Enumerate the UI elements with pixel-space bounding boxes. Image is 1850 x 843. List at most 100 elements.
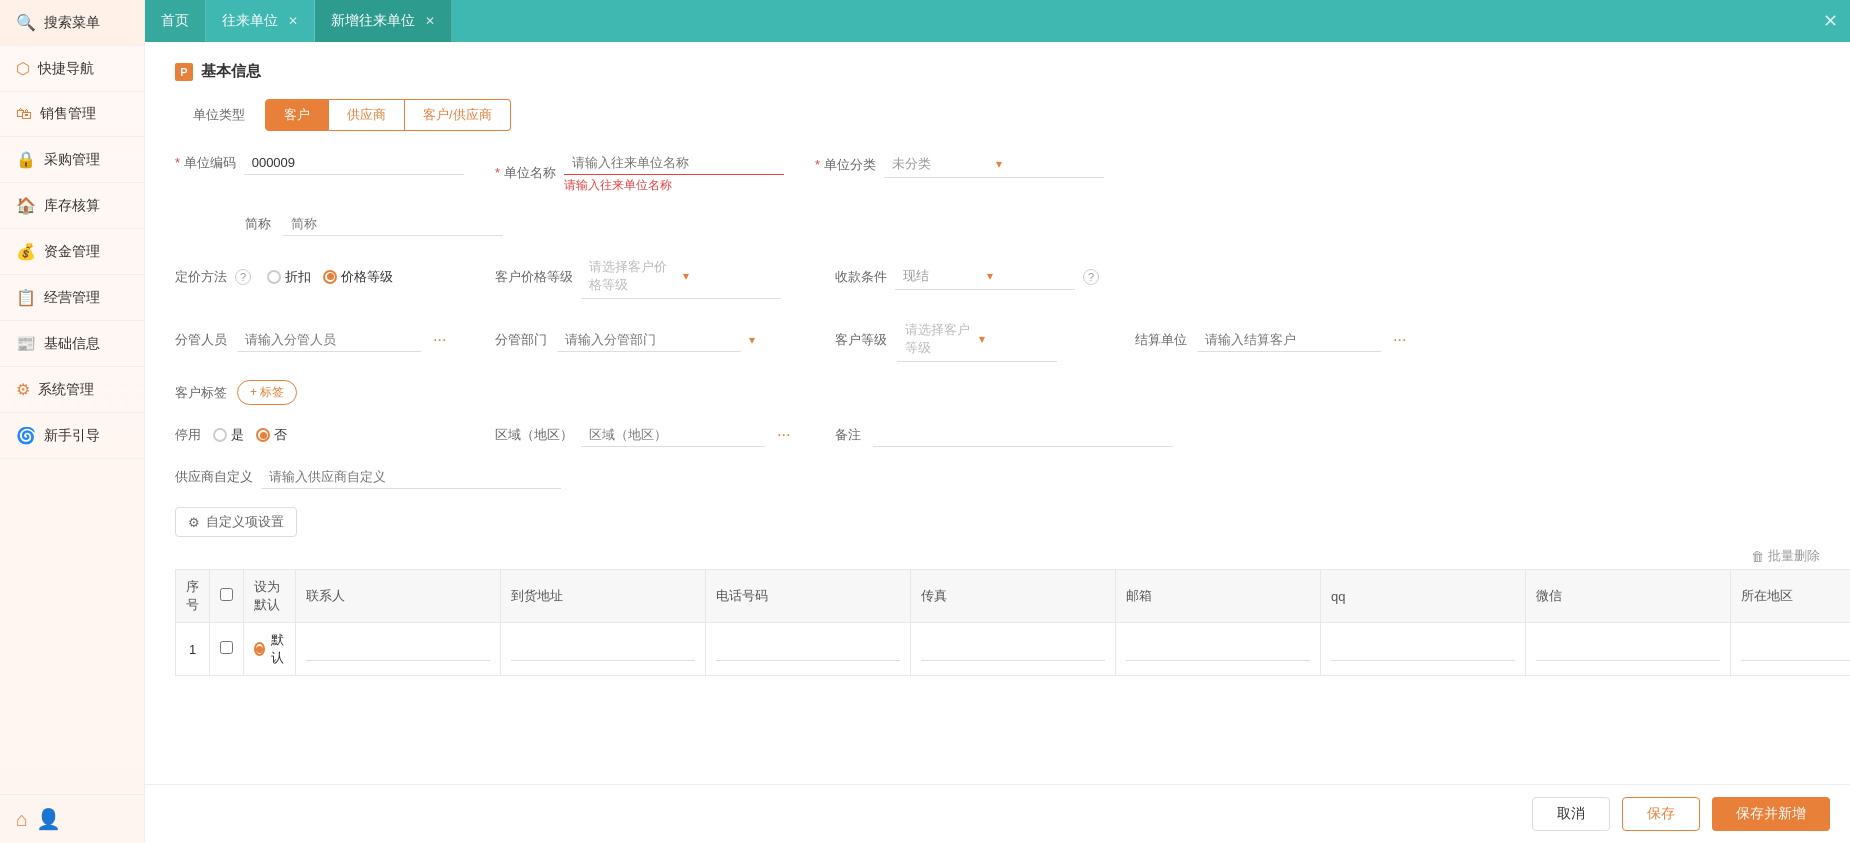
fax-input[interactable]: [921, 637, 1105, 661]
pricing-field: 定价方法 ? 折扣 价格等级: [175, 268, 475, 286]
batch-delete-btn[interactable]: 🗑 批量删除: [1751, 547, 1820, 565]
row-checkbox[interactable]: [220, 641, 233, 654]
radio-discount[interactable]: 折扣: [267, 268, 311, 286]
payment-help[interactable]: ?: [1083, 269, 1099, 285]
settings-gear-icon: ⚙: [188, 515, 200, 530]
payment-select[interactable]: 现结 ▾: [895, 263, 1075, 290]
disabled-radio-group: 是 否: [213, 426, 287, 444]
remark-input[interactable]: [873, 423, 1173, 447]
customer-level-label: 客户等级: [835, 331, 889, 349]
qq-input[interactable]: [1331, 637, 1515, 661]
sidebar-item-quicknav[interactable]: ⬡ 快捷导航: [0, 46, 144, 92]
sidebar-item-system[interactable]: ⚙ 系统管理: [0, 367, 144, 413]
shortname-input[interactable]: [283, 212, 503, 236]
type-btn-both[interactable]: 客户/供应商: [405, 99, 511, 131]
sidebar-item-search[interactable]: 🔍 搜索菜单: [0, 0, 144, 46]
operation-icon: 📋: [16, 288, 36, 307]
email-input[interactable]: [1126, 637, 1310, 661]
sidebar-item-guide[interactable]: 🌀 新手引导: [0, 413, 144, 459]
pricing-help[interactable]: ?: [235, 269, 251, 285]
save-new-button[interactable]: 保存并新增: [1712, 797, 1830, 831]
settle-input[interactable]: [1197, 328, 1381, 352]
close-all-tabs[interactable]: ✕: [1823, 10, 1838, 32]
remark-label: 备注: [835, 426, 865, 444]
finance-icon: 💰: [16, 242, 36, 261]
default-radio[interactable]: 默认: [254, 631, 285, 667]
sidebar-item-operation[interactable]: 📋 经营管理: [0, 275, 144, 321]
purchase-icon: 🔒: [16, 150, 36, 169]
tab-partner[interactable]: 往来单位 ✕: [206, 0, 315, 42]
save-button[interactable]: 保存: [1622, 797, 1700, 831]
search-icon: 🔍: [16, 13, 36, 32]
type-btn-customer[interactable]: 客户: [265, 99, 329, 131]
category-select[interactable]: 未分类 ▾: [884, 151, 1104, 178]
code-name-row: 单位编码 单位名称 请输入往来单位名称 单位分类 未分类 ▾: [175, 151, 1820, 194]
customer-level-select[interactable]: 请选择客户等级 ▾: [897, 317, 1057, 362]
radio-price-level-circle: [323, 270, 337, 284]
supplier-custom-row: 供应商自定义: [175, 465, 1820, 489]
radio-price-level[interactable]: 价格等级: [323, 268, 393, 286]
tab-home[interactable]: 首页: [145, 0, 206, 42]
manager-more[interactable]: ···: [429, 331, 450, 349]
code-label: 单位编码: [175, 154, 236, 172]
wechat-input[interactable]: [1536, 637, 1720, 661]
section-icon: P: [175, 63, 193, 81]
td-region: [1731, 623, 1851, 676]
cancel-button[interactable]: 取消: [1532, 797, 1610, 831]
manager-row: 分管人员 ··· 分管部门 ▾ 客户等级 请选择客户等级 ▾ 结算单位 ···: [175, 317, 1820, 362]
price-level-select[interactable]: 请选择客户价格等级 ▾: [581, 254, 781, 299]
tag-field: 客户标签 + 标签: [175, 380, 297, 405]
batch-delete-icon: 🗑: [1751, 549, 1764, 564]
tab-bar: 首页 往来单位 ✕ 新增往来单位 ✕ ✕: [145, 0, 1850, 42]
region-input-row[interactable]: [1741, 637, 1850, 661]
name-field: 单位名称 请输入往来单位名称: [495, 151, 795, 194]
sidebar: 🔍 搜索菜单 ⬡ 快捷导航 🛍 销售管理 🔒 采购管理 🏠 库存核算 💰 资金管…: [0, 0, 145, 843]
radio-no[interactable]: 否: [256, 426, 287, 444]
select-all-checkbox[interactable]: [220, 588, 233, 601]
pricing-label: 定价方法: [175, 268, 227, 286]
sidebar-item-inventory[interactable]: 🏠 库存核算: [0, 183, 144, 229]
th-email: 邮箱: [1116, 570, 1321, 623]
settle-more[interactable]: ···: [1389, 331, 1410, 349]
supplier-custom-input[interactable]: [261, 465, 561, 489]
td-checkbox: [210, 623, 244, 676]
sidebar-item-sales[interactable]: 🛍 销售管理: [0, 92, 144, 137]
radio-yes[interactable]: 是: [213, 426, 244, 444]
td-default: 默认: [244, 623, 296, 676]
code-field: 单位编码: [175, 151, 475, 175]
sidebar-item-purchase[interactable]: 🔒 采购管理: [0, 137, 144, 183]
disabled-label: 停用: [175, 426, 205, 444]
type-btn-supplier[interactable]: 供应商: [329, 99, 405, 131]
pricing-row: 定价方法 ? 折扣 价格等级 客户价格等级 请选择客户价格等级: [175, 254, 1820, 299]
code-input[interactable]: [244, 151, 464, 175]
sales-icon: 🛍: [16, 105, 32, 123]
sidebar-item-finance[interactable]: 💰 资金管理: [0, 229, 144, 275]
guide-icon: 🌀: [16, 426, 36, 445]
region-more[interactable]: ···: [773, 426, 794, 444]
add-tag-btn[interactable]: + 标签: [237, 380, 297, 405]
dept-field: 分管部门 ▾: [495, 328, 815, 352]
sidebar-item-basic[interactable]: 📰 基础信息: [0, 321, 144, 367]
settle-label: 结算单位: [1135, 331, 1189, 349]
settings-btn[interactable]: ⚙ 自定义项设置: [175, 507, 297, 537]
region-input[interactable]: [581, 423, 765, 447]
supplier-custom-field: 供应商自定义: [175, 465, 561, 489]
name-input[interactable]: [564, 151, 784, 175]
system-icon: ⚙: [16, 380, 30, 399]
th-default: 设为默认: [244, 570, 296, 623]
dept-arrow: ▾: [749, 333, 755, 347]
contact-input[interactable]: [306, 637, 490, 661]
tab-new-partner[interactable]: 新增往来单位 ✕: [315, 0, 452, 42]
dept-input[interactable]: [557, 328, 741, 352]
close-partner-tab[interactable]: ✕: [288, 14, 298, 28]
customer-level-arrow: ▾: [979, 332, 1049, 346]
address-input[interactable]: [511, 637, 695, 661]
section-header: P 基本信息: [175, 62, 1820, 81]
th-region: 所在地区: [1731, 570, 1851, 623]
td-phone: [706, 623, 911, 676]
close-new-partner-tab[interactable]: ✕: [425, 14, 435, 28]
td-seq: 1: [176, 623, 210, 676]
manager-input[interactable]: [237, 328, 421, 352]
th-checkbox: [210, 570, 244, 623]
phone-input[interactable]: [716, 637, 900, 661]
